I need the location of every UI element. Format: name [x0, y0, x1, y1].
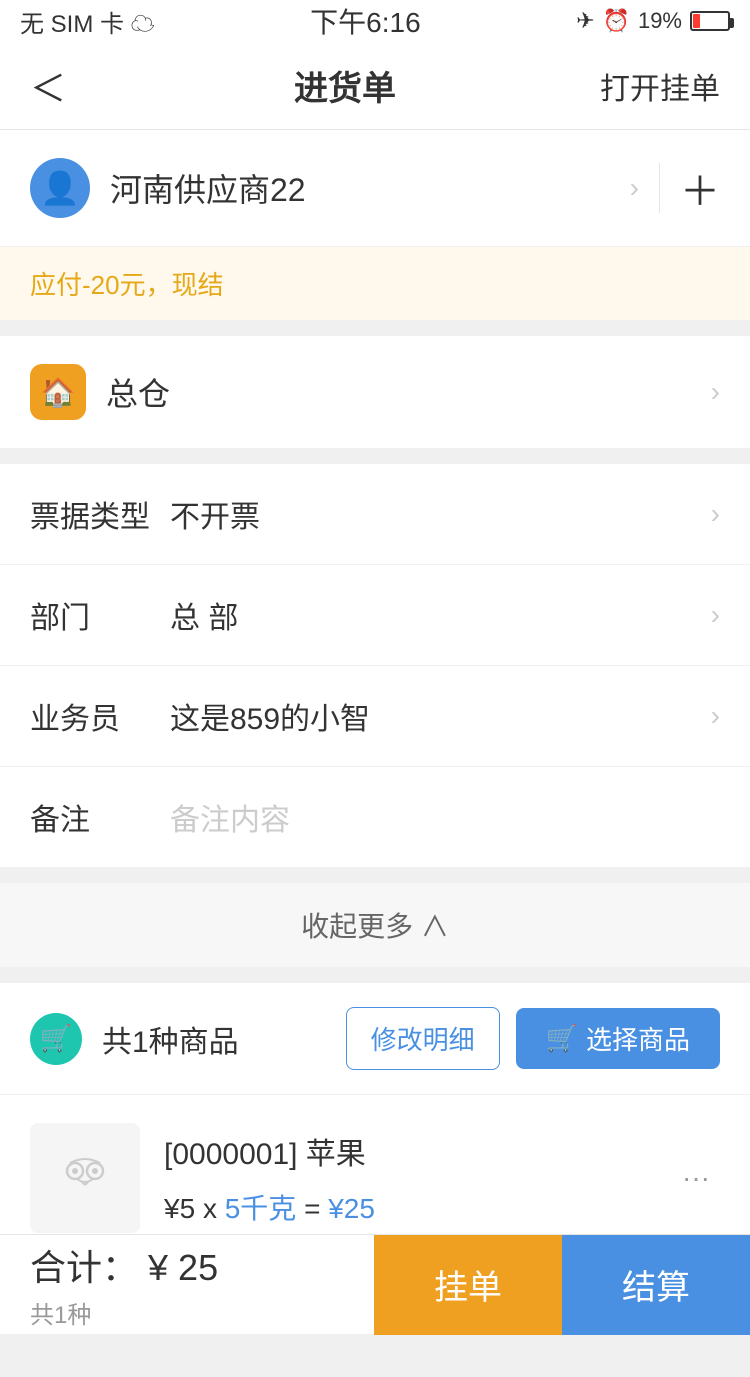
price-total: ¥25 — [328, 1193, 375, 1224]
product-count-label: 共1种商品 — [102, 1017, 346, 1061]
price-equals: = — [304, 1193, 328, 1224]
supplier-row[interactable]: 👤 河南供应商22 › ＋ — [0, 130, 750, 247]
back-button[interactable]: ＜ — [30, 60, 90, 112]
vertical-divider — [659, 163, 660, 213]
product-price: ¥5 x 5千克 = ¥25 — [164, 1187, 672, 1227]
more-options-button[interactable]: ··· — [672, 1152, 720, 1204]
warehouse-row[interactable]: 🏠 总仓 › — [0, 336, 750, 448]
product-header: 🛒 共1种商品 修改明细 🛒 选择商品 — [0, 983, 750, 1095]
total-amount: 合计： ¥ 25 — [30, 1239, 344, 1291]
department-label: 部门 — [30, 593, 170, 637]
location-icon: ✈ — [576, 8, 594, 34]
supplier-name: 河南供应商22 — [110, 165, 630, 211]
salesperson-label: 业务员 — [30, 694, 170, 738]
status-time: 下午6:16 — [310, 1, 421, 41]
warehouse-name: 总仓 — [106, 369, 711, 415]
total-label: 合计： — [30, 1247, 138, 1288]
warehouse-icon-wrap: 🏠 — [30, 364, 86, 420]
department-value: 总 部 — [170, 593, 711, 637]
status-left: 无 SIM 卡 ☁ — [20, 4, 155, 39]
product-info: [0000001] 苹果 ¥5 x 5千克 = ¥25 — [164, 1129, 672, 1227]
owl-logo-icon — [55, 1143, 115, 1213]
cart-icon: 🛒 — [40, 1023, 72, 1054]
product-thumbnail — [30, 1123, 140, 1233]
price-base: ¥5 — [164, 1193, 195, 1224]
warehouse-chevron-icon: › — [711, 376, 720, 408]
battery-icon — [690, 11, 730, 31]
department-row[interactable]: 部门 总 部 › — [0, 565, 750, 666]
total-section: 合计： ¥ 25 共1种 — [0, 1239, 374, 1330]
ticket-type-label: 票据类型 — [30, 492, 170, 536]
salesperson-value: 这是859的小智 — [170, 694, 711, 738]
warning-row: 应付-20元，现结 — [0, 247, 750, 320]
checkout-button[interactable]: 结算 — [562, 1235, 750, 1335]
status-bar: 无 SIM 卡 ☁ 下午6:16 ✈ ⏰ 19% — [0, 0, 750, 42]
ticket-type-value: 不开票 — [170, 492, 711, 536]
add-button[interactable]: ＋ — [680, 159, 720, 217]
page-title: 进货单 — [294, 61, 396, 110]
chevron-right-icon: › — [630, 172, 639, 204]
total-count: 共1种 — [30, 1295, 344, 1330]
avatar-icon: 👤 — [40, 169, 80, 207]
form-section: 票据类型 不开票 › 部门 总 部 › 业务员 这是859的小智 › 备注 备注… — [0, 464, 750, 867]
warehouse-section: 🏠 总仓 › — [0, 336, 750, 448]
price-quantity: 5千克 — [225, 1193, 297, 1224]
edit-detail-button[interactable]: 修改明细 — [346, 1007, 500, 1070]
alarm-icon: ⏰ — [603, 8, 630, 34]
remark-row[interactable]: 备注 备注内容 — [0, 767, 750, 867]
battery-percent: 19% — [638, 8, 682, 34]
select-product-icon: 🛒 — [546, 1023, 578, 1054]
sim-status: 无 SIM 卡 ☁ — [20, 4, 155, 39]
ticket-chevron-icon: › — [711, 498, 720, 530]
price-separator: x — [203, 1193, 225, 1224]
hang-order-button[interactable]: 挂单 — [374, 1235, 562, 1335]
nav-bar: ＜ 进货单 打开挂单 — [0, 42, 750, 130]
select-product-label: 选择商品 — [586, 1020, 690, 1057]
department-chevron-icon: › — [711, 599, 720, 631]
bottom-bar: 合计： ¥ 25 共1种 挂单 结算 — [0, 1234, 750, 1334]
supplier-avatar: 👤 — [30, 158, 90, 218]
warehouse-icon: 🏠 — [41, 376, 76, 409]
salesperson-chevron-icon: › — [711, 700, 720, 732]
open-pending-button[interactable]: 打开挂单 — [600, 64, 720, 108]
remark-input[interactable]: 备注内容 — [170, 795, 720, 839]
supplier-section: 👤 河南供应商22 › ＋ 应付-20元，现结 — [0, 130, 750, 320]
total-value: ¥ 25 — [148, 1247, 218, 1288]
status-right: ✈ ⏰ 19% — [576, 8, 730, 34]
remark-label: 备注 — [30, 795, 170, 839]
ticket-type-row[interactable]: 票据类型 不开票 › — [0, 464, 750, 565]
salesperson-row[interactable]: 业务员 这是859的小智 › — [0, 666, 750, 767]
select-product-button[interactable]: 🛒 选择商品 — [516, 1008, 720, 1069]
product-count-icon: 🛒 — [30, 1013, 82, 1065]
collapse-button[interactable]: 收起更多 ∧ — [0, 883, 750, 967]
product-name: [0000001] 苹果 — [164, 1129, 672, 1173]
product-section: 🛒 共1种商品 修改明细 🛒 选择商品 — [0, 983, 750, 1261]
